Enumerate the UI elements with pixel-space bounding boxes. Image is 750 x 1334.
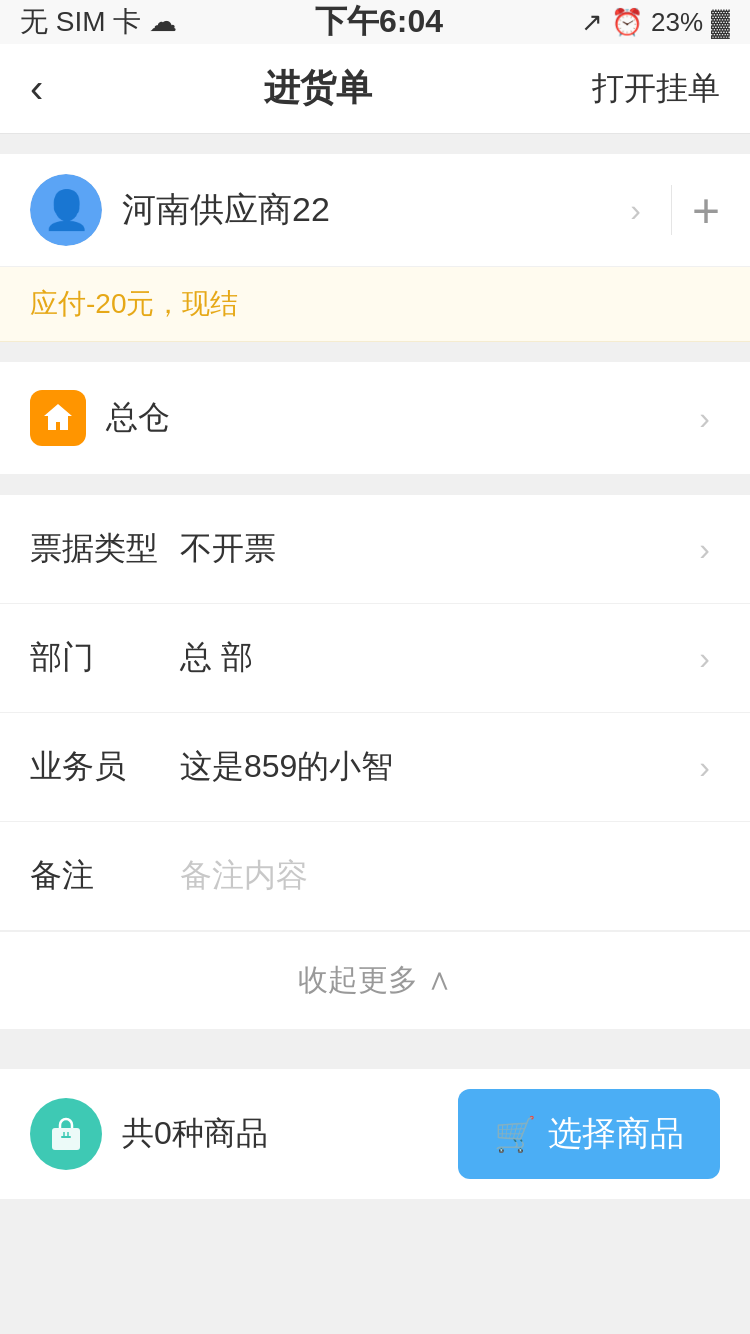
notice-row: 应付-20元，现结: [0, 267, 750, 342]
person-icon: 👤: [43, 188, 90, 232]
warehouse-card: 总仓 ›: [0, 362, 750, 475]
battery-icon: ▓: [711, 7, 730, 38]
department-label: 部门: [30, 636, 160, 680]
invoice-type-value: 不开票: [160, 527, 699, 571]
avatar: 👤: [30, 174, 102, 246]
cart-icon: 🛒: [494, 1114, 536, 1154]
form-card: 票据类型 不开票 › 部门 总 部 › 业务员 这是859的小智 › 备注 备注…: [0, 495, 750, 1029]
section-gap-3: [0, 475, 750, 495]
chevron-right-icon: ›: [699, 640, 710, 677]
add-button[interactable]: +: [692, 183, 720, 238]
sim-signal: 无 SIM 卡 ☁: [20, 3, 177, 41]
chevron-right-icon: ›: [630, 192, 641, 229]
select-btn-label: 选择商品: [548, 1111, 684, 1157]
svg-rect-0: [52, 1128, 80, 1150]
collapse-label: 收起更多 ∧: [298, 960, 451, 1001]
salesperson-row[interactable]: 业务员 这是859的小智 ›: [0, 713, 750, 822]
nav-bar: ‹ 进货单 打开挂单: [0, 44, 750, 134]
supplier-row[interactable]: 👤 河南供应商22 › +: [0, 154, 750, 267]
battery-label: 23%: [651, 7, 703, 38]
location-icon: ↗: [581, 7, 603, 38]
product-icon-wrap: [30, 1098, 102, 1170]
collapse-button[interactable]: 收起更多 ∧: [0, 931, 750, 1029]
salesperson-label: 业务员: [30, 745, 160, 789]
section-gap-2: [0, 342, 750, 362]
department-value: 总 部: [160, 636, 699, 680]
page-title: 进货单: [264, 64, 372, 113]
alarm-icon: ⏰: [611, 7, 643, 38]
status-right: ↗ ⏰ 23% ▓: [581, 7, 730, 38]
warehouse-icon: [30, 390, 86, 446]
status-left: 无 SIM 卡 ☁: [20, 3, 177, 41]
open-pending-button[interactable]: 打开挂单: [592, 67, 720, 111]
invoice-type-row[interactable]: 票据类型 不开票 ›: [0, 495, 750, 604]
warehouse-name: 总仓: [106, 396, 699, 440]
invoice-type-label: 票据类型: [30, 527, 160, 571]
status-bar: 无 SIM 卡 ☁ 下午6:04 ↗ ⏰ 23% ▓: [0, 0, 750, 44]
chevron-right-icon: ›: [699, 400, 710, 437]
remark-row[interactable]: 备注 备注内容: [0, 822, 750, 931]
select-product-button[interactable]: 🛒 选择商品: [458, 1089, 720, 1179]
chevron-right-icon: ›: [699, 531, 710, 568]
chevron-right-icon: ›: [699, 749, 710, 786]
avatar-icon: 👤: [30, 174, 102, 246]
warehouse-row[interactable]: 总仓 ›: [0, 362, 750, 475]
supplier-card: 👤 河南供应商22 › + 应付-20元，现结: [0, 154, 750, 342]
svg-rect-1: [61, 1136, 71, 1138]
bottom-bar: 共0种商品 🛒 选择商品: [0, 1069, 750, 1199]
remark-label: 备注: [30, 854, 160, 898]
status-time: 下午6:04: [315, 0, 443, 44]
back-button[interactable]: ‹: [30, 66, 43, 111]
section-gap-4: [0, 1029, 750, 1049]
supplier-name: 河南供应商22: [122, 187, 630, 233]
remark-input[interactable]: 备注内容: [160, 854, 720, 898]
section-gap-1: [0, 134, 750, 154]
product-count: 共0种商品: [122, 1112, 458, 1156]
salesperson-value: 这是859的小智: [160, 745, 699, 789]
divider: [671, 185, 672, 235]
department-row[interactable]: 部门 总 部 ›: [0, 604, 750, 713]
